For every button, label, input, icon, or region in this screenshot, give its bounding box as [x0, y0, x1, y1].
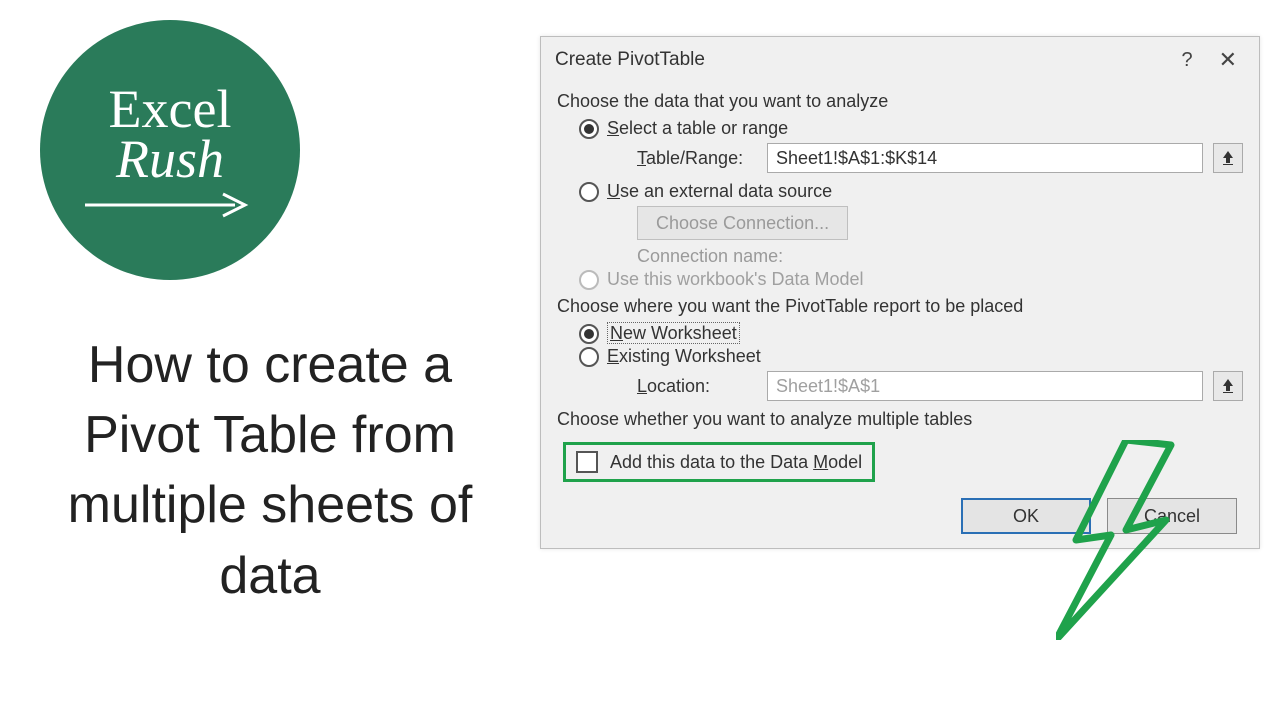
option-label: Use this workbook's Data Model: [607, 269, 864, 290]
option-existing-worksheet[interactable]: Existing Worksheet: [579, 346, 1243, 367]
option-label: Existing Worksheet: [607, 346, 761, 367]
radio-icon: [579, 182, 599, 202]
radio-icon: [579, 347, 599, 367]
option-use-data-model: Use this workbook's Data Model: [579, 269, 1243, 290]
location-field: Location: Sheet1!$A$1: [637, 371, 1243, 401]
create-pivottable-dialog: Create PivotTable ? ✕ Choose the data th…: [540, 36, 1260, 549]
option-label: Use an external data source: [607, 181, 832, 202]
radio-icon: [579, 270, 599, 290]
location-label: Location:: [637, 376, 757, 397]
location-input: Sheet1!$A$1: [767, 371, 1203, 401]
option-label: Select a table or range: [607, 118, 788, 139]
tutorial-headline: How to create a Pivot Table from multipl…: [40, 330, 500, 611]
brand-logo: Excel Rush: [40, 20, 300, 280]
option-new-worksheet[interactable]: New Worksheet: [579, 323, 1243, 344]
section-multiple-tables-label: Choose whether you want to analyze multi…: [557, 409, 1243, 430]
highlighted-checkbox-area: Add this data to the Data Model: [563, 442, 875, 482]
dialog-footer: OK Cancel: [557, 482, 1243, 534]
choose-connection-button: Choose Connection...: [637, 206, 848, 240]
table-range-field: Table/Range: Sheet1!$A$1:$K$14: [637, 143, 1243, 173]
cancel-button[interactable]: Cancel: [1107, 498, 1237, 534]
collapse-dialog-icon[interactable]: [1213, 371, 1243, 401]
collapse-dialog-icon[interactable]: [1213, 143, 1243, 173]
checkbox-label: Add this data to the Data Model: [610, 452, 862, 473]
dialog-titlebar: Create PivotTable ? ✕: [541, 37, 1259, 81]
table-range-input[interactable]: Sheet1!$A$1:$K$14: [767, 143, 1203, 173]
radio-icon: [579, 119, 599, 139]
dialog-body: Choose the data that you want to analyze…: [541, 81, 1259, 548]
option-label: New Worksheet: [607, 323, 740, 344]
close-icon[interactable]: ✕: [1211, 47, 1245, 73]
option-select-table-range[interactable]: Select a table or range: [579, 118, 1243, 139]
option-external-source[interactable]: Use an external data source: [579, 181, 1243, 202]
ok-button[interactable]: OK: [961, 498, 1091, 534]
tutorial-left-pane: Excel Rush How to create a Pivot Table f…: [0, 0, 520, 720]
arrow-right-icon: [85, 192, 255, 218]
logo-text-sub: Rush: [116, 132, 224, 186]
connection-name-label: Connection name:: [637, 246, 1243, 267]
logo-text-main: Excel: [109, 82, 232, 136]
dialog-title: Create PivotTable: [555, 49, 1163, 71]
checkbox-add-to-data-model[interactable]: [576, 451, 598, 473]
radio-icon: [579, 324, 599, 344]
section-analyze-label: Choose the data that you want to analyze: [557, 91, 1243, 112]
section-placement-label: Choose where you want the PivotTable rep…: [557, 296, 1243, 317]
table-range-label: Table/Range:: [637, 148, 757, 169]
help-icon[interactable]: ?: [1163, 49, 1210, 72]
